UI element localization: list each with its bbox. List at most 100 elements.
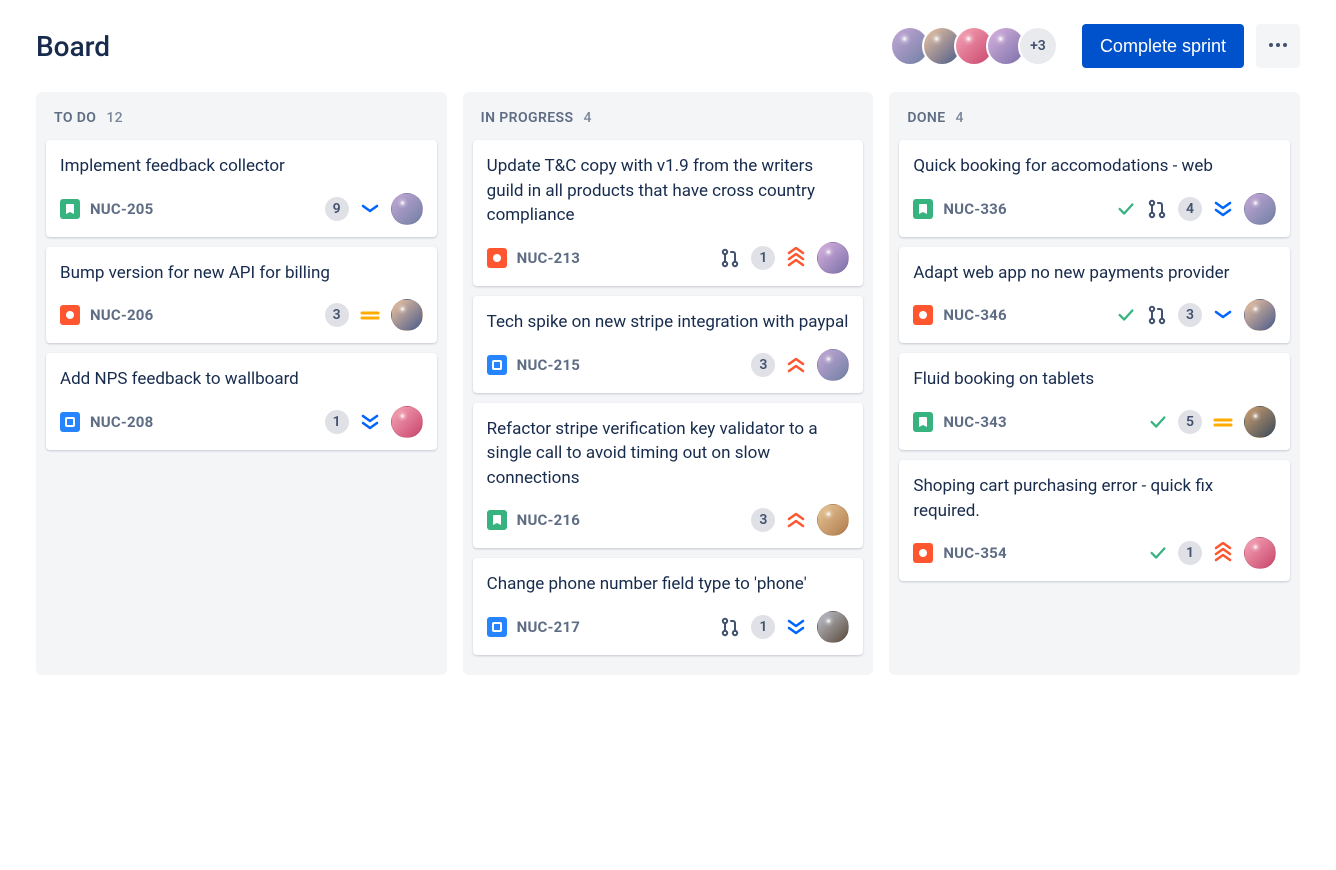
column-header[interactable]: TO DO 12 [46,108,437,140]
issue-card[interactable]: Fluid booking on tablets NUC-343 5 [899,353,1290,450]
column-header[interactable]: DONE 4 [899,108,1290,140]
complete-sprint-button[interactable]: Complete sprint [1082,24,1244,68]
bug-icon [913,543,933,563]
priority-high-icon [785,354,807,376]
priority-lowest-icon [785,616,807,638]
issue-key[interactable]: NUC-336 [943,200,1006,218]
story-points-badge: 3 [751,508,775,532]
story-points-badge: 3 [1178,303,1202,327]
task-icon [487,617,507,637]
avatar[interactable] [817,611,849,643]
assignee-avatars[interactable]: +3 [890,26,1058,66]
issue-key[interactable]: NUC-216 [517,511,580,529]
done-check-icon [1116,305,1136,325]
issue-title: Refactor stripe verification key validat… [487,417,850,491]
story-points-badge: 3 [325,303,349,327]
pull-request-icon[interactable] [1146,198,1168,220]
board-column: DONE4Quick booking for accomodations - w… [889,92,1300,675]
issue-title: Update T&C copy with v1.9 from the write… [487,154,850,228]
issue-title: Tech spike on new stripe integration wit… [487,310,850,335]
column-count: 4 [583,110,591,126]
issue-title: Quick booking for accomodations - web [913,154,1276,179]
more-icon [1266,33,1290,60]
avatar[interactable] [391,299,423,331]
issue-card[interactable]: Update T&C copy with v1.9 from the write… [473,140,864,286]
story-points-badge: 5 [1178,410,1202,434]
issue-title: Add NPS feedback to wallboard [60,367,423,392]
priority-medium-icon [1212,411,1234,433]
priority-low-icon [359,198,381,220]
issue-title: Bump version for new API for billing [60,261,423,286]
issue-card[interactable]: Quick booking for accomodations - web NUC… [899,140,1290,237]
issue-card[interactable]: Bump version for new API for billing NUC-… [46,247,437,344]
avatar[interactable] [1244,406,1276,438]
issue-key[interactable]: NUC-208 [90,413,153,431]
issue-key[interactable]: NUC-215 [517,356,580,374]
page-title: Board [36,30,110,63]
avatar[interactable] [817,349,849,381]
issue-key[interactable]: NUC-205 [90,200,153,218]
story-points-badge: 1 [1178,541,1202,565]
pull-request-icon[interactable] [719,247,741,269]
issue-key[interactable]: NUC-343 [943,413,1006,431]
column-header[interactable]: IN PROGRESS 4 [473,108,864,140]
issue-card[interactable]: Add NPS feedback to wallboard NUC-208 1 [46,353,437,450]
issue-title: Implement feedback collector [60,154,423,179]
issue-card[interactable]: Change phone number field type to 'phone… [473,558,864,655]
pull-request-icon[interactable] [719,616,741,638]
bug-icon [487,248,507,268]
issue-key[interactable]: NUC-346 [943,306,1006,324]
issue-key[interactable]: NUC-213 [517,249,580,267]
priority-lowest-icon [359,411,381,433]
avatar[interactable] [1244,537,1276,569]
avatar[interactable] [817,504,849,536]
task-icon [60,412,80,432]
avatar[interactable] [391,193,423,225]
board-column: IN PROGRESS 4 Update T&C copy with v1.9 fr… [463,92,874,675]
story-points-badge: 4 [1178,197,1202,221]
column-title: DONE [907,110,945,126]
column-count: 4 [956,110,964,126]
story-points-badge: 9 [325,197,349,221]
story-icon [487,510,507,530]
story-points-badge: 3 [751,353,775,377]
issue-title: Adapt web app no new payments provider [913,261,1276,286]
priority-highest-icon [785,247,807,269]
issue-title: Shoping cart purchasing error - quick fi… [913,474,1276,523]
issue-card[interactable]: Shoping cart purchasing error - quick fi… [899,460,1290,581]
done-check-icon [1116,199,1136,219]
priority-high-icon [785,509,807,531]
avatar[interactable] [1244,193,1276,225]
story-icon [913,412,933,432]
column-title: IN PROGRESS [481,110,574,126]
issue-card[interactable]: Implement feedback collector NUC-205 9 [46,140,437,237]
story-points-badge: 1 [751,246,775,270]
priority-medium-icon [359,304,381,326]
issue-card[interactable]: Adapt web app no new payments provider NU… [899,247,1290,344]
issue-card[interactable]: Tech spike on new stripe integration wit… [473,296,864,393]
avatar[interactable] [1244,299,1276,331]
pull-request-icon[interactable] [1146,304,1168,326]
column-title: TO DO [54,110,96,126]
issue-key[interactable]: NUC-217 [517,618,580,636]
priority-highest-icon [1212,542,1234,564]
done-check-icon [1148,412,1168,432]
bug-icon [913,305,933,325]
more-actions-button[interactable] [1256,24,1300,68]
priority-low-icon [1212,304,1234,326]
column-count: 12 [106,110,123,126]
story-icon [913,199,933,219]
avatar[interactable] [391,406,423,438]
story-points-badge: 1 [325,410,349,434]
issue-key[interactable]: NUC-354 [943,544,1006,562]
avatar-overflow[interactable]: +3 [1018,26,1058,66]
story-icon [60,199,80,219]
issue-card[interactable]: Refactor stripe verification key validat… [473,403,864,549]
board-column: TO DO 12 Implement feedback collector NUC-2… [36,92,447,675]
issue-title: Fluid booking on tablets [913,367,1276,392]
issue-title: Change phone number field type to 'phone… [487,572,850,597]
issue-key[interactable]: NUC-206 [90,306,153,324]
bug-icon [60,305,80,325]
priority-lowest-icon [1212,198,1234,220]
avatar[interactable] [817,242,849,274]
